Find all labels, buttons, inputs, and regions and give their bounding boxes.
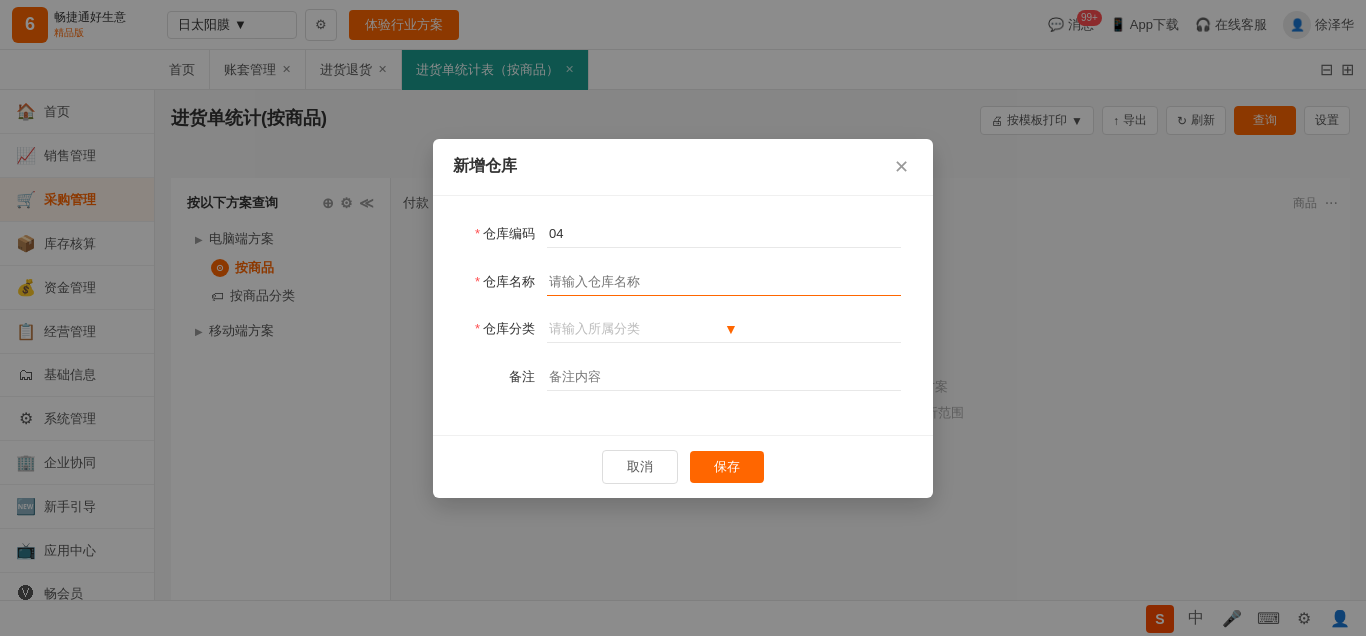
- modal-close-button[interactable]: ✕: [889, 155, 913, 179]
- form-row-remark: 备注: [465, 363, 901, 391]
- category-select[interactable]: 请输入所属分类 ▼: [547, 316, 901, 343]
- save-button[interactable]: 保存: [690, 451, 764, 483]
- form-row-category: 仓库分类 请输入所属分类 ▼: [465, 316, 901, 343]
- name-label: 仓库名称: [465, 273, 535, 291]
- remark-input[interactable]: [547, 363, 901, 391]
- remark-label: 备注: [465, 368, 535, 386]
- modal-overlay: 新增仓库 ✕ 仓库编码 仓库名称 仓库分类 请输入所属分类 ▼: [0, 0, 1366, 636]
- name-input[interactable]: [547, 268, 901, 295]
- cancel-button[interactable]: 取消: [602, 450, 678, 484]
- form-row-name: 仓库名称: [465, 268, 901, 296]
- new-warehouse-modal: 新增仓库 ✕ 仓库编码 仓库名称 仓库分类 请输入所属分类 ▼: [433, 139, 933, 498]
- category-dropdown-icon: ▼: [724, 321, 899, 337]
- category-placeholder: 请输入所属分类: [549, 320, 724, 338]
- modal-footer: 取消 保存: [433, 435, 933, 498]
- form-row-code: 仓库编码: [465, 220, 901, 248]
- code-label: 仓库编码: [465, 225, 535, 243]
- modal-body: 仓库编码 仓库名称 仓库分类 请输入所属分类 ▼ 备注: [433, 196, 933, 435]
- modal-title: 新增仓库: [453, 156, 517, 177]
- code-input[interactable]: [547, 220, 901, 248]
- name-input-wrap: [547, 268, 901, 296]
- modal-header: 新增仓库 ✕: [433, 139, 933, 196]
- category-label: 仓库分类: [465, 320, 535, 338]
